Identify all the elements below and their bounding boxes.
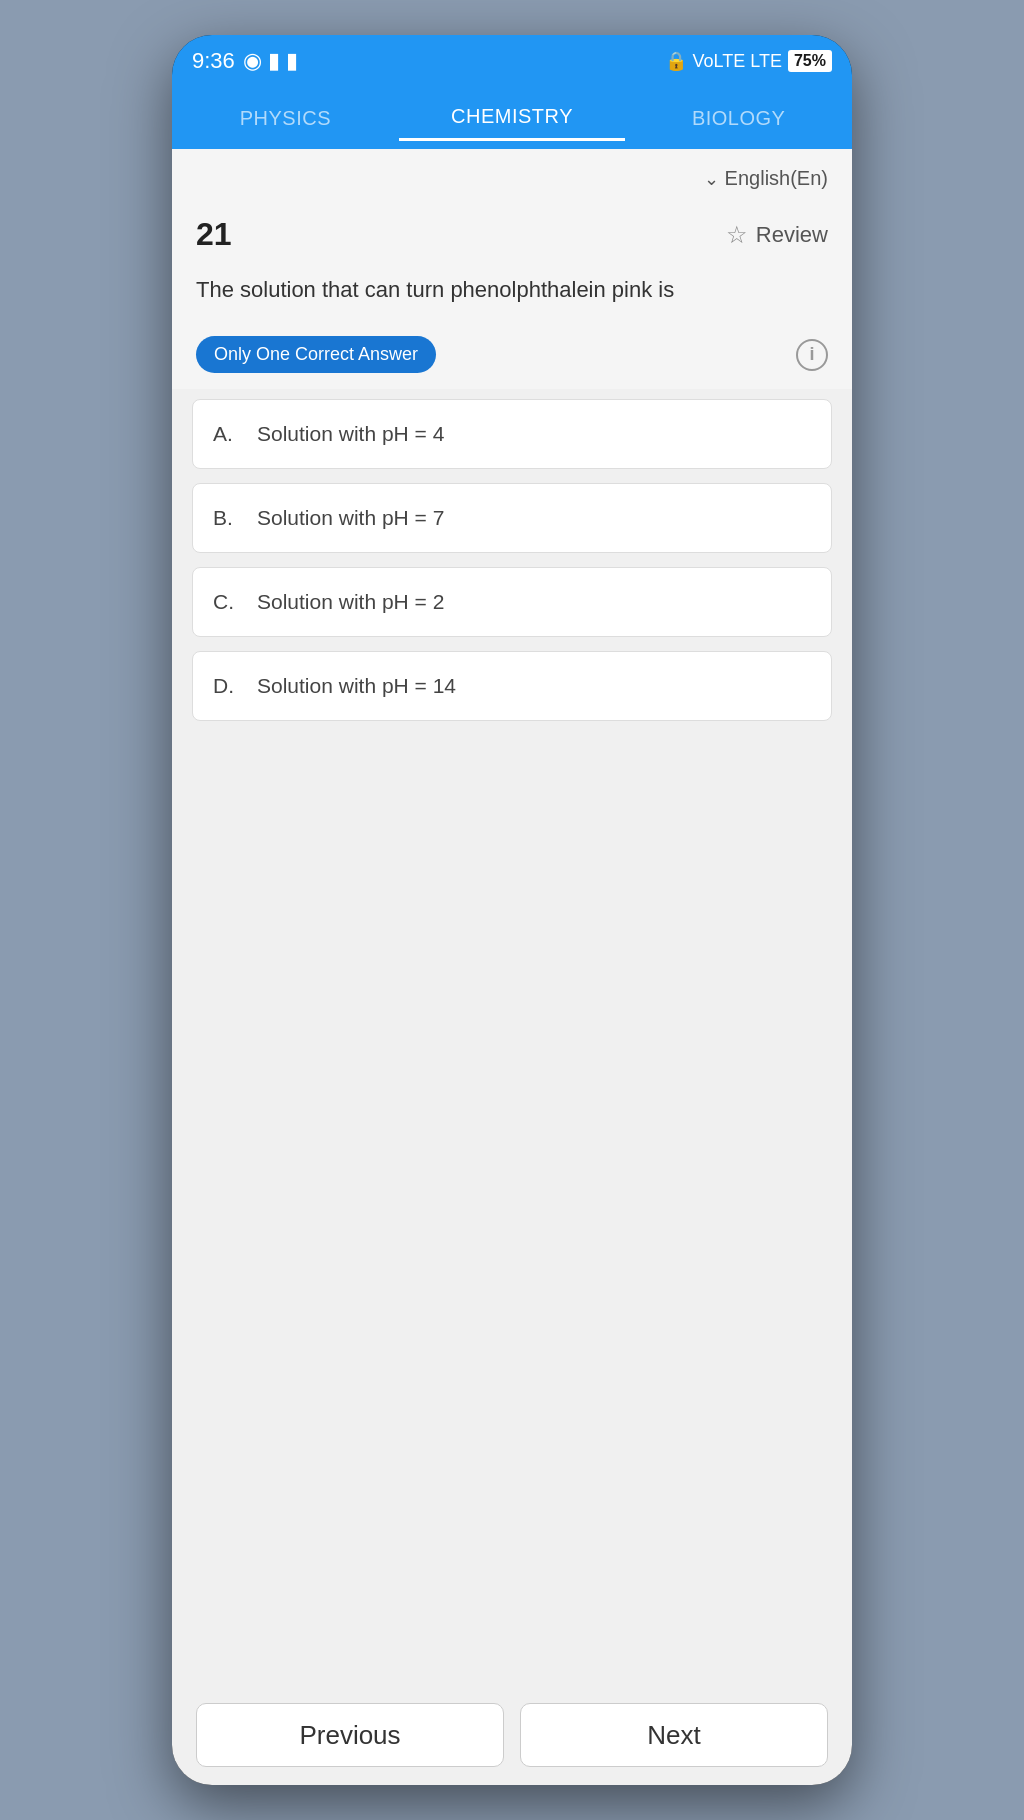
time-display: 9:36 bbox=[192, 48, 235, 74]
review-button[interactable]: ☆ Review bbox=[726, 221, 828, 249]
signal-strength: VoLTE LTE bbox=[693, 51, 782, 72]
answer-type-row: Only One Correct Answer i bbox=[172, 326, 852, 389]
bottom-nav: Previous Next bbox=[172, 1685, 852, 1785]
question-text: The solution that can turn phenolphthale… bbox=[172, 263, 852, 326]
status-left: 9:36 ◉ ▮ ▮ bbox=[192, 48, 298, 74]
tab-biology[interactable]: BIOLOGY bbox=[625, 97, 852, 140]
next-button[interactable]: Next bbox=[520, 1703, 828, 1767]
review-label: Review bbox=[756, 222, 828, 248]
previous-button[interactable]: Previous bbox=[196, 1703, 504, 1767]
option-d-label: D. bbox=[213, 674, 243, 698]
answer-type-badge: Only One Correct Answer bbox=[196, 336, 436, 373]
tab-bar: PHYSICS CHEMISTRY BIOLOGY bbox=[172, 87, 852, 149]
status-icons: ◉ ▮ ▮ bbox=[243, 48, 298, 74]
option-a-text: Solution with pH = 4 bbox=[257, 422, 444, 446]
lock-icon: 🔒 bbox=[665, 50, 687, 72]
content-area: ⌄ English(En) 21 ☆ Review The solution t… bbox=[172, 149, 852, 1685]
option-b-text: Solution with pH = 7 bbox=[257, 506, 444, 530]
battery-indicator: 75% bbox=[788, 50, 832, 72]
info-icon[interactable]: i bbox=[796, 339, 828, 371]
status-right: 🔒 VoLTE LTE 75% bbox=[665, 50, 832, 72]
status-bar: 9:36 ◉ ▮ ▮ 🔒 VoLTE LTE 75% bbox=[172, 35, 852, 87]
option-a-label: A. bbox=[213, 422, 243, 446]
empty-space bbox=[172, 731, 852, 931]
option-b-label: B. bbox=[213, 506, 243, 530]
options-area: A. Solution with pH = 4 B. Solution with… bbox=[172, 389, 852, 731]
option-d[interactable]: D. Solution with pH = 14 bbox=[192, 651, 832, 721]
option-c-text: Solution with pH = 2 bbox=[257, 590, 444, 614]
phone-container: 9:36 ◉ ▮ ▮ 🔒 VoLTE LTE 75% PHYSICS CHEMI… bbox=[172, 35, 852, 1785]
question-header: 21 ☆ Review bbox=[172, 200, 852, 263]
tab-chemistry[interactable]: CHEMISTRY bbox=[399, 95, 626, 141]
language-label: English(En) bbox=[725, 167, 828, 190]
question-number: 21 bbox=[196, 216, 232, 253]
language-row: ⌄ English(En) bbox=[172, 149, 852, 200]
option-b[interactable]: B. Solution with pH = 7 bbox=[192, 483, 832, 553]
star-icon: ☆ bbox=[726, 221, 748, 249]
option-c[interactable]: C. Solution with pH = 2 bbox=[192, 567, 832, 637]
option-a[interactable]: A. Solution with pH = 4 bbox=[192, 399, 832, 469]
language-selector[interactable]: ⌄ English(En) bbox=[704, 167, 828, 190]
option-c-label: C. bbox=[213, 590, 243, 614]
chevron-down-icon: ⌄ bbox=[704, 168, 719, 190]
tab-physics[interactable]: PHYSICS bbox=[172, 97, 399, 140]
option-d-text: Solution with pH = 14 bbox=[257, 674, 456, 698]
